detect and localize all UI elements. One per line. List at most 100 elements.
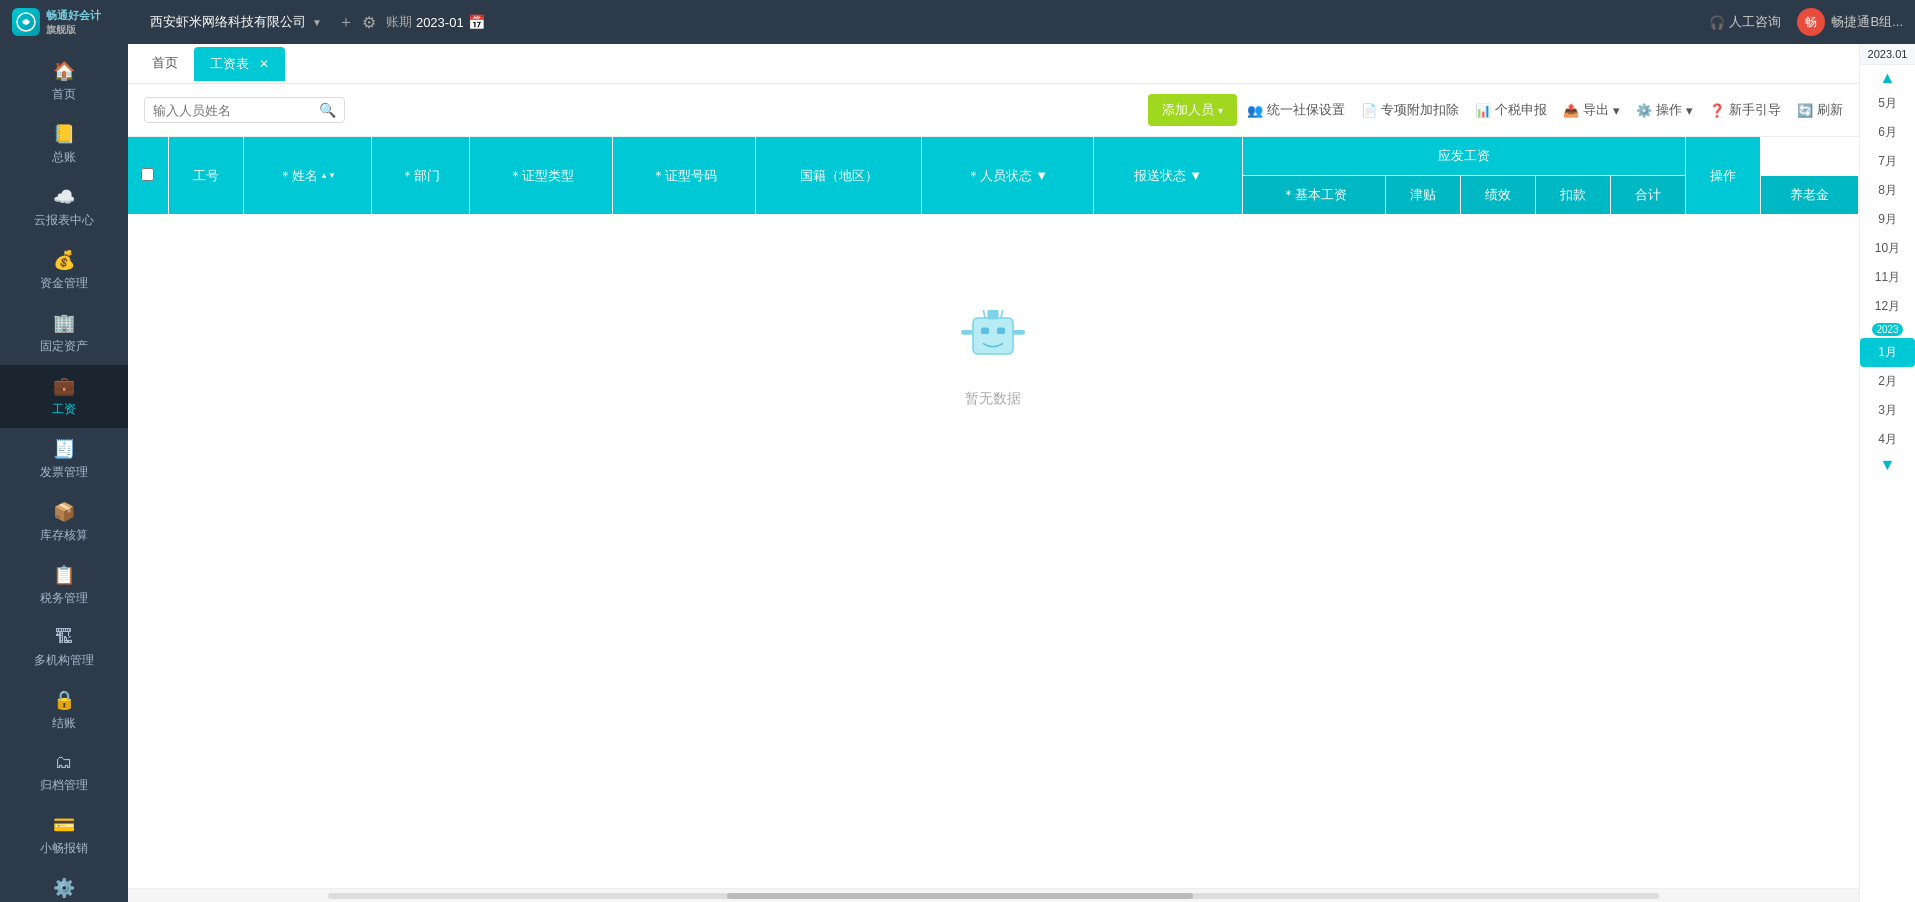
tab-home[interactable]: 首页 bbox=[136, 46, 194, 82]
add-person-label: 添加人员 bbox=[1162, 101, 1214, 119]
export-label: 导出 bbox=[1583, 101, 1609, 119]
new-guide-icon: ❓ bbox=[1709, 103, 1725, 118]
sidebar-item-archive[interactable]: 🗂 归档管理 bbox=[0, 742, 128, 804]
status-filter-icon: ▼ bbox=[1035, 168, 1048, 183]
scroll-track[interactable] bbox=[328, 893, 1659, 899]
month-item-3[interactable]: 3月 bbox=[1860, 396, 1915, 425]
operations-action[interactable]: ⚙️ 操作 ▾ bbox=[1636, 101, 1693, 119]
month-prev-button[interactable]: ▲ bbox=[1878, 67, 1898, 89]
month-item-10[interactable]: 10月 bbox=[1860, 234, 1915, 263]
month-item-5[interactable]: 5月 bbox=[1860, 89, 1915, 118]
right-panel: 2023.01 ▲ 5月 6月 7月 8月 9月 10月 11月 12月 202… bbox=[1859, 44, 1915, 902]
sidebar-item-tax[interactable]: 📋 税务管理 bbox=[0, 554, 128, 617]
operations-dropdown-icon: ▾ bbox=[1686, 103, 1693, 118]
month-item-4[interactable]: 4月 bbox=[1860, 425, 1915, 454]
month-item-1[interactable]: 1月 bbox=[1860, 338, 1915, 367]
th-report-status[interactable]: 报送状态 ▼ bbox=[1093, 137, 1242, 214]
company-name: 西安虾米网络科技有限公司 bbox=[150, 13, 306, 31]
sidebar-item-salary[interactable]: 💼 工资 bbox=[0, 365, 128, 428]
new-guide-action[interactable]: ❓ 新手引导 bbox=[1709, 101, 1781, 119]
svg-rect-2 bbox=[981, 328, 989, 334]
name-sort[interactable]: ＊姓名 ▲▼ bbox=[279, 167, 336, 185]
year-badge: 2023 bbox=[1872, 323, 1902, 336]
expense-icon: 💳 bbox=[53, 814, 75, 836]
th-status[interactable]: ＊人员状态 ▼ bbox=[921, 137, 1093, 214]
th-checkbox[interactable] bbox=[128, 137, 168, 214]
tab-salary[interactable]: 工资表 ✕ bbox=[194, 47, 285, 81]
empty-state: 暂无数据 bbox=[128, 214, 1859, 488]
refresh-action[interactable]: 🔄 刷新 bbox=[1797, 101, 1843, 119]
sidebar-item-closing[interactable]: 🔒 结账 bbox=[0, 679, 128, 742]
th-dept: ＊部门 bbox=[372, 137, 470, 214]
sidebar-item-multi-org[interactable]: 🏗 多机构管理 bbox=[0, 617, 128, 679]
month-item-2[interactable]: 2月 bbox=[1860, 367, 1915, 396]
scroll-thumb[interactable] bbox=[727, 893, 1193, 899]
personal-tax-action[interactable]: 📊 个税申报 bbox=[1475, 101, 1547, 119]
select-all-checkbox[interactable] bbox=[141, 168, 154, 181]
archive-icon: 🗂 bbox=[55, 752, 73, 773]
settings-icon[interactable]: ⚙ bbox=[362, 13, 376, 32]
social-security-action[interactable]: 👥 统一社保设置 bbox=[1247, 101, 1345, 119]
sidebar-item-ledger[interactable]: 📒 总账 bbox=[0, 113, 128, 176]
sidebar-item-invoice[interactable]: 🧾 发票管理 bbox=[0, 428, 128, 491]
logo-area: 畅通好会计 旗舰版 bbox=[12, 8, 140, 37]
month-item-11[interactable]: 11月 bbox=[1860, 263, 1915, 292]
month-item-6[interactable]: 6月 bbox=[1860, 118, 1915, 147]
operations-icon: ⚙️ bbox=[1636, 103, 1652, 118]
month-item-8[interactable]: 8月 bbox=[1860, 176, 1915, 205]
add-company-button[interactable]: ＋ bbox=[338, 12, 354, 33]
month-next-button[interactable]: ▼ bbox=[1878, 454, 1898, 476]
inventory-icon: 📦 bbox=[53, 501, 75, 523]
sidebar-item-assets[interactable]: 🏢 固定资产 bbox=[0, 302, 128, 365]
refresh-label: 刷新 bbox=[1817, 101, 1843, 119]
calendar-icon[interactable]: 📅 bbox=[468, 14, 485, 30]
empty-text: 暂无数据 bbox=[965, 390, 1021, 408]
sidebar-item-label: 发票管理 bbox=[40, 464, 88, 481]
sidebar-item-home[interactable]: 🏠 首页 bbox=[0, 50, 128, 113]
sidebar-item-label: 归档管理 bbox=[40, 777, 88, 794]
sidebar-item-label: 小畅报销 bbox=[40, 840, 88, 857]
th-operations: 操作 bbox=[1686, 137, 1761, 214]
sidebar-item-expense[interactable]: 💳 小畅报销 bbox=[0, 804, 128, 867]
company-selector[interactable]: 西安虾米网络科技有限公司 ▼ bbox=[150, 13, 322, 31]
multi-org-icon: 🏗 bbox=[55, 627, 73, 648]
sidebar-item-label: 首页 bbox=[52, 86, 76, 103]
personal-tax-label: 个税申报 bbox=[1495, 101, 1547, 119]
th-id-number: ＊证型号码 bbox=[613, 137, 756, 214]
bottom-scroll[interactable] bbox=[128, 888, 1859, 902]
search-input[interactable] bbox=[153, 103, 313, 118]
add-person-button[interactable]: 添加人员 ▾ bbox=[1148, 94, 1237, 126]
table-container: 工号 ＊姓名 ▲▼ ＊部门 ＊证型类型 ＊证型号码 国籍（地区） ＊人员状 bbox=[128, 137, 1859, 888]
svg-rect-3 bbox=[997, 328, 1005, 334]
th-performance: 绩效 bbox=[1461, 176, 1536, 215]
header-actions: ＋ ⚙ bbox=[338, 12, 376, 33]
tab-bar: 首页 工资表 ✕ bbox=[128, 44, 1859, 84]
personal-tax-icon: 📊 bbox=[1475, 103, 1491, 118]
month-item-9[interactable]: 9月 bbox=[1860, 205, 1915, 234]
tab-close-icon[interactable]: ✕ bbox=[259, 57, 269, 71]
tax-deduction-icon: 📄 bbox=[1361, 103, 1377, 118]
svg-rect-4 bbox=[988, 310, 999, 320]
toolbar-actions: 👥 统一社保设置 📄 专项附加扣除 📊 个税申报 📤 导出 ▾ ⚙️ bbox=[1247, 101, 1843, 119]
month-item-7[interactable]: 7月 bbox=[1860, 147, 1915, 176]
sidebar-item-cloud-report[interactable]: ☁️ 云报表中心 bbox=[0, 176, 128, 239]
export-action[interactable]: 📤 导出 ▾ bbox=[1563, 101, 1620, 119]
service-button[interactable]: 🎧 人工咨询 bbox=[1709, 13, 1781, 31]
search-wrap: 🔍 bbox=[144, 97, 345, 123]
month-item-12[interactable]: 12月 bbox=[1860, 292, 1915, 321]
sidebar-item-label: 资金管理 bbox=[40, 275, 88, 292]
service-label: 人工咨询 bbox=[1729, 13, 1781, 31]
sidebar-item-funds[interactable]: 💰 资金管理 bbox=[0, 239, 128, 302]
user-area[interactable]: 畅 畅捷通B组... bbox=[1797, 8, 1903, 36]
period-label: 账期 bbox=[386, 13, 412, 31]
period-value: 2023-01 bbox=[416, 15, 464, 30]
main-layout: 🏠 首页 📒 总账 ☁️ 云报表中心 💰 资金管理 🏢 固定资产 💼 工资 🧾 … bbox=[0, 44, 1915, 902]
app-logo-icon bbox=[12, 8, 40, 36]
th-number: 工号 bbox=[168, 137, 243, 214]
invoice-icon: 🧾 bbox=[53, 438, 75, 460]
tax-deduction-action[interactable]: 📄 专项附加扣除 bbox=[1361, 101, 1459, 119]
sidebar-item-inventory[interactable]: 📦 库存核算 bbox=[0, 491, 128, 554]
sidebar-item-settings[interactable]: ⚙️ 基础设置 bbox=[0, 867, 128, 902]
sidebar: 🏠 首页 📒 总账 ☁️ 云报表中心 💰 资金管理 🏢 固定资产 💼 工资 🧾 … bbox=[0, 44, 128, 902]
table-body: 暂无数据 bbox=[128, 214, 1859, 488]
